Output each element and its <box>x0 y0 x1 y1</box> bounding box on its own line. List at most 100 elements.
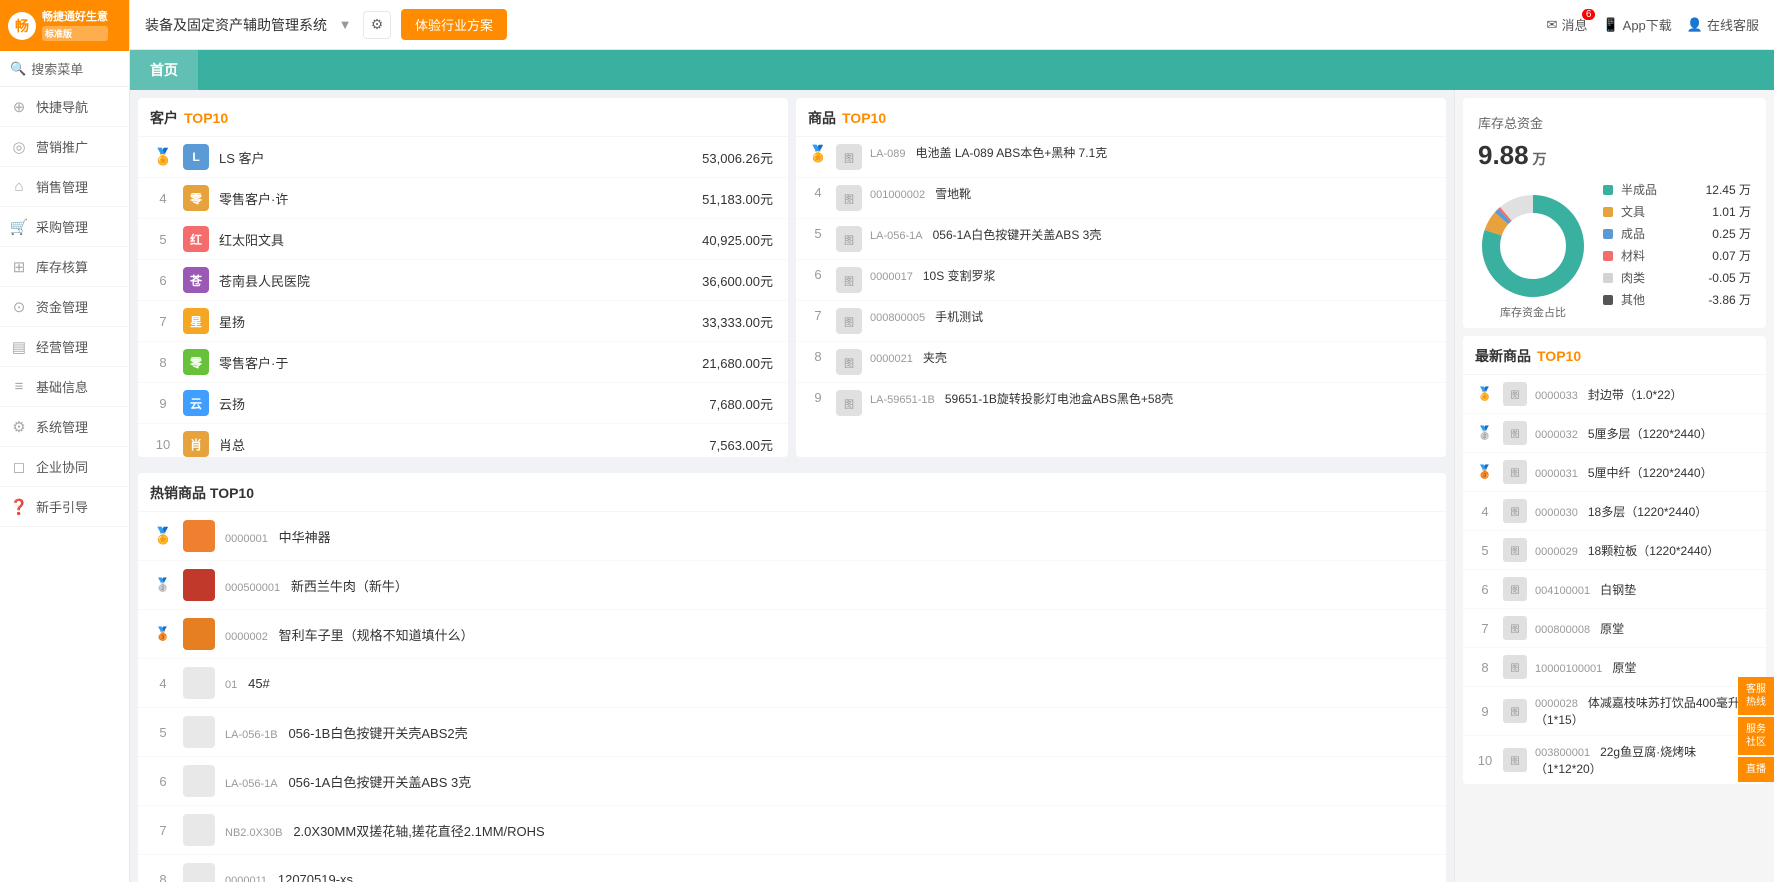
sidebar-search[interactable]: 🔍 搜索菜单 <box>0 51 129 87</box>
legend-item-2: 成品 0.25 万 <box>1603 225 1751 242</box>
hot-code-5: LA-056-1B <box>225 729 278 741</box>
product-title: 商品 <box>808 108 836 128</box>
sidebar-item-quick-nav[interactable]: ⊕ 快捷导航 <box>0 87 129 127</box>
product-avatar-7: 图 <box>836 390 862 416</box>
customer-value-2: 51,183.00元 <box>702 189 773 208</box>
message-button[interactable]: ✉ 消息 6 <box>1547 15 1588 34</box>
sidebar-item-finance[interactable]: ⊙ 资金管理 <box>0 287 129 327</box>
new-product-item-1: 🏅 图 0000033 封边带（1.0*22） <box>1463 375 1766 414</box>
customer-avatar-3: 红 <box>183 226 209 252</box>
online-service-button[interactable]: 👤 在线客服 <box>1687 15 1759 34</box>
product-rank-4: 6 <box>808 267 828 282</box>
customer-name-2: 零售客户·许 <box>219 189 692 208</box>
product-avatar-1: 图 <box>836 144 862 170</box>
new-product-avatar-2: 图 <box>1503 421 1527 445</box>
hot-name-7: 2.0X30MM双搓花轴,搓花直径2.1MM/ROHS <box>293 824 544 839</box>
app-download-button[interactable]: 📱 App下载 <box>1602 15 1671 34</box>
sidebar-item-corp[interactable]: ◻ 企业协同 <box>0 447 129 487</box>
trial-button[interactable]: 体验行业方案 <box>401 9 507 40</box>
product-name-2: 雪地靴 <box>935 187 971 201</box>
hot-item-info-5: LA-056-1B 056-1B白色按键开关壳ABS2壳 <box>225 723 1431 742</box>
new-products-title: 最新商品 <box>1475 346 1531 366</box>
new-code-8: 10000100001 <box>1535 663 1602 675</box>
legend-name-2: 成品 <box>1621 225 1704 242</box>
float-btn-live[interactable]: 直播 <box>1738 757 1774 782</box>
customer-avatar-2: 零 <box>183 185 209 211</box>
hot-rank-4: 4 <box>153 676 173 691</box>
product-name-5: 手机测试 <box>935 310 983 324</box>
legend-value-5: -3.86 万 <box>1708 291 1751 308</box>
new-name-4: 18多层（1220*2440） <box>1588 505 1707 519</box>
new-code-3: 0000031 <box>1535 468 1578 480</box>
basic-icon: ≡ <box>10 378 28 396</box>
customer-avatar-5: 星 <box>183 308 209 334</box>
home-icon: ⊕ <box>10 98 28 116</box>
new-rank-4: 4 <box>1475 504 1495 519</box>
customer-top10-header: 客户 TOP10 <box>138 98 788 137</box>
sidebar-item-basic[interactable]: ≡ 基础信息 <box>0 367 129 407</box>
guide-icon: ❓ <box>10 498 28 516</box>
product-info-7: LA-59651-1B 59651-1B旋转投影灯电池盒ABS黑色+58壳 <box>870 390 1434 409</box>
sidebar-item-inventory[interactable]: ⊞ 库存核算 <box>0 247 129 287</box>
customer-value-6: 21,680.00元 <box>702 353 773 372</box>
new-rank-8: 8 <box>1475 660 1495 675</box>
right-panel: 库存总资金 9.88 万 <box>1454 90 1774 882</box>
hot-rank-2: 🥈 <box>153 577 173 593</box>
menu-label-guide: 新手引导 <box>36 497 88 516</box>
new-product-info-10: 003800001 22g鱼豆腐·烧烤味（1*12*20） <box>1535 743 1754 777</box>
legend-dot-1 <box>1603 207 1613 217</box>
new-name-3: 5厘中纤（1220*2440） <box>1588 466 1713 480</box>
new-name-7: 原堂 <box>1600 622 1624 636</box>
message-icon: ✉ <box>1547 17 1558 33</box>
product-name-6: 夹壳 <box>923 351 947 365</box>
new-product-avatar-10: 图 <box>1503 748 1527 772</box>
float-btn-community[interactable]: 服务社区 <box>1738 717 1774 755</box>
tab-home[interactable]: 首页 <box>130 50 198 90</box>
service-icon: 👤 <box>1687 17 1703 33</box>
hot-item-8: 8 0000011 12070519-xs <box>138 855 1446 882</box>
sidebar-item-guide[interactable]: ❓ 新手引导 <box>0 487 129 527</box>
inventory-card: 库存总资金 9.88 万 <box>1463 98 1766 328</box>
menu-label-operation: 经营管理 <box>36 337 88 356</box>
sidebar-item-operation[interactable]: ▤ 经营管理 <box>0 327 129 367</box>
gear-button[interactable]: ⚙ <box>363 11 391 39</box>
customer-item-2: 4 零 零售客户·许 51,183.00元 <box>138 178 788 219</box>
new-product-item-9: 9 图 0000028 体减嘉枝味苏打饮品400毫升（1*15） <box>1463 687 1766 736</box>
topbar-right: ✉ 消息 6 📱 App下载 👤 在线客服 <box>1547 15 1759 34</box>
sidebar-item-marketing[interactable]: ◎ 营销推广 <box>0 127 129 167</box>
product-avatar-3: 图 <box>836 226 862 252</box>
top-split-panel: 客户 TOP10 🏅 L LS 客户 53,006.26元 <box>130 90 1454 465</box>
menu-label-sales: 销售管理 <box>36 177 88 196</box>
hot-rank-6: 6 <box>153 774 173 789</box>
product-info-3: LA-056-1A 056-1A白色按键开关盖ABS 3壳 <box>870 226 1434 245</box>
customer-name-3: 红太阳文具 <box>219 230 692 249</box>
sidebar-item-system[interactable]: ⚙ 系统管理 <box>0 407 129 447</box>
logo-icon: 畅 <box>8 12 36 40</box>
menu-label-finance: 资金管理 <box>36 297 88 316</box>
new-product-info-9: 0000028 体减嘉枝味苏打饮品400毫升（1*15） <box>1535 694 1754 728</box>
new-products-list: 🏅 图 0000033 封边带（1.0*22） 🥈 图 0000032 <box>1463 375 1766 784</box>
search-label: 搜索菜单 <box>31 59 83 78</box>
sidebar-item-sales[interactable]: ⌂ 销售管理 <box>0 167 129 207</box>
product-rank-2: 4 <box>808 185 828 200</box>
legend-value-2: 0.25 万 <box>1712 225 1751 242</box>
new-code-10: 003800001 <box>1535 747 1590 759</box>
new-product-avatar-4: 图 <box>1503 499 1527 523</box>
rank-5: 7 <box>153 314 173 329</box>
customer-avatar-4: 苍 <box>183 267 209 293</box>
new-rank-3: 🥉 <box>1475 464 1495 480</box>
finance-icon: ⊙ <box>10 298 28 316</box>
legend-dot-3 <box>1603 251 1613 261</box>
operation-icon: ▤ <box>10 338 28 356</box>
dropdown-icon[interactable]: ▼ <box>337 17 353 33</box>
product-item-3: 5 图 LA-056-1A 056-1A白色按键开关盖ABS 3壳 <box>796 219 1446 260</box>
hot-code-3: 0000002 <box>225 631 268 643</box>
topbar: 装备及固定资产辅助管理系统 ▼ ⚙ 体验行业方案 ✉ 消息 6 📱 App下载 … <box>130 0 1774 50</box>
new-product-item-8: 8 图 10000100001 原堂 <box>1463 648 1766 687</box>
hot-rank-5: 5 <box>153 725 173 740</box>
hot-rank-8: 8 <box>153 872 173 882</box>
product-info-4: 0000017 10S 变割罗浆 <box>870 267 1434 286</box>
new-product-info-8: 10000100001 原堂 <box>1535 659 1754 676</box>
sidebar-item-purchase[interactable]: 🛒 采购管理 <box>0 207 129 247</box>
float-btn-service[interactable]: 客服热线 <box>1738 677 1774 715</box>
